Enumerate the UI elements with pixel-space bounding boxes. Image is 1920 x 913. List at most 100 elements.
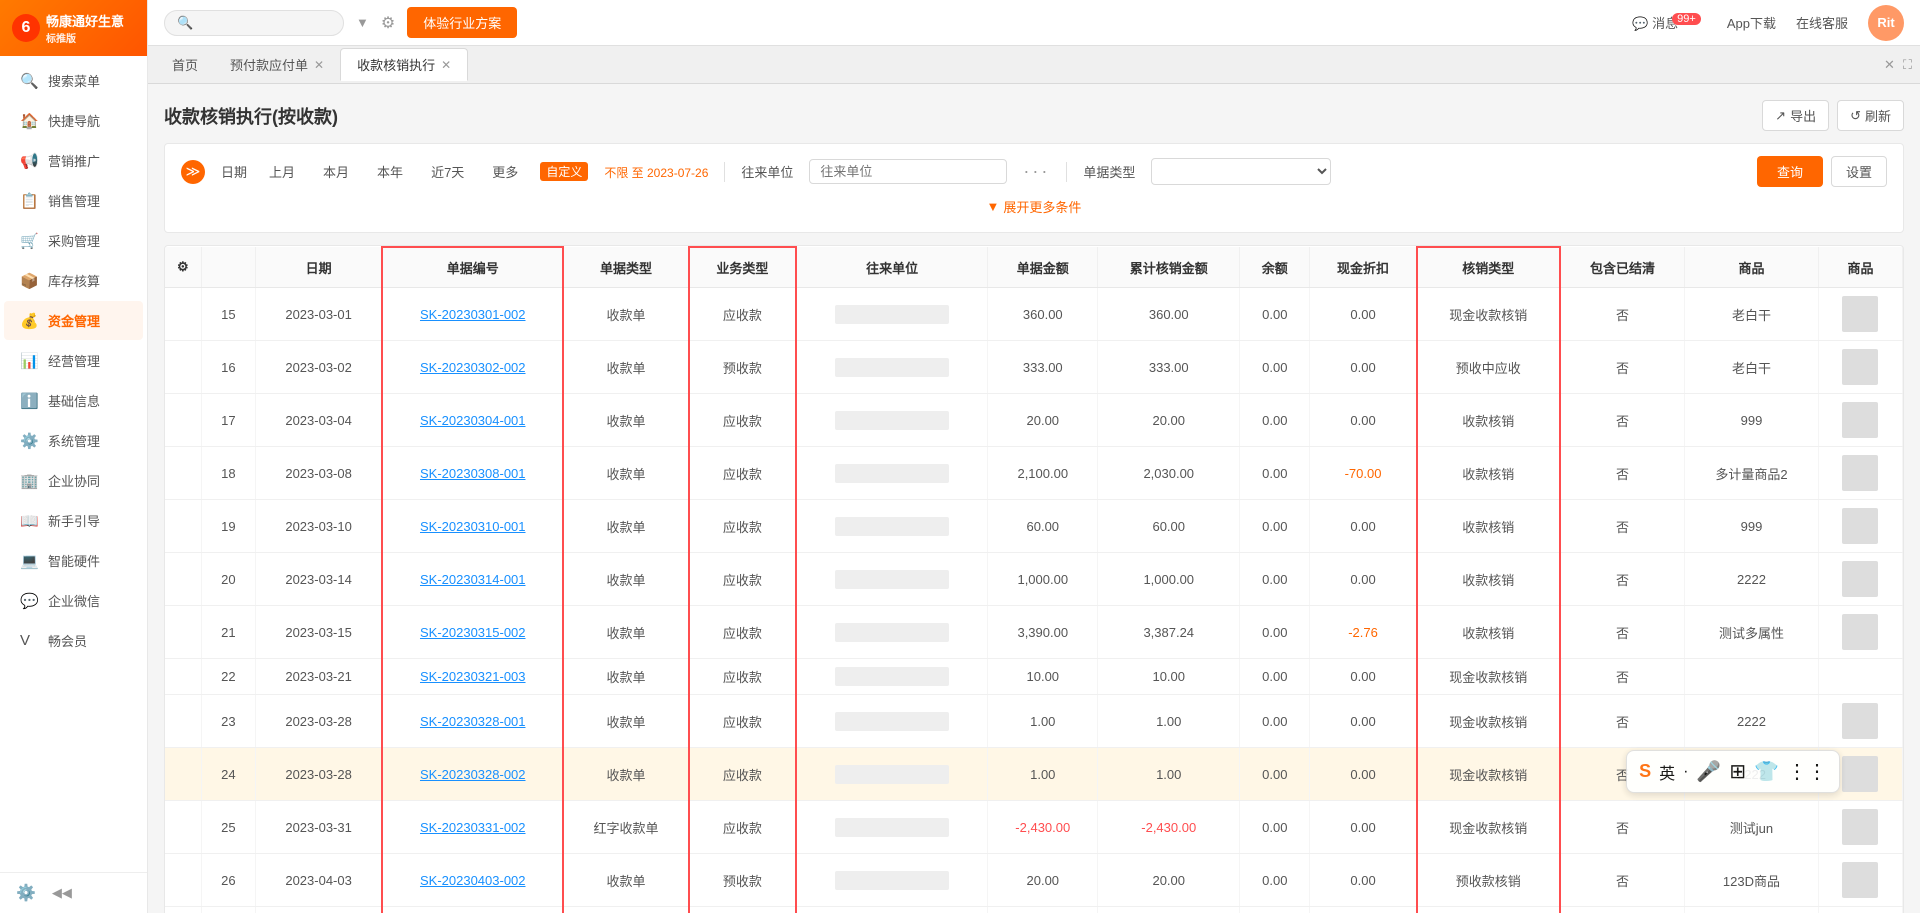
tab-close-receipt-exec[interactable]: ✕ — [441, 58, 451, 72]
doc-type-select[interactable] — [1151, 158, 1331, 185]
cell-partner: ████████ — [796, 553, 988, 606]
sidebar-item-operation[interactable]: 📊经营管理 — [4, 341, 143, 380]
col-product: 商品 — [1685, 247, 1819, 288]
cell-doc-no: SK-20230328-002 — [382, 748, 563, 801]
cell-include-settled: 否 — [1560, 394, 1685, 447]
sidebar-item-finance[interactable]: 💰资金管理 — [4, 301, 143, 340]
sidebar-item-member[interactable]: V畅会员 — [4, 621, 143, 660]
tab-prepay[interactable]: 预付款应付单✕ — [214, 49, 340, 80]
date-range-group: 不限 至 2023-07-26 — [604, 162, 708, 181]
expand-conditions-btn[interactable]: ▼ 展开更多条件 — [181, 193, 1887, 220]
col-cash-discount: 现金折扣 — [1310, 247, 1417, 288]
doc-no-link[interactable]: SK-20230308-001 — [420, 466, 526, 481]
cell-doc-no: SK-20230314-001 — [382, 553, 563, 606]
online-service-link[interactable]: 在线客服 — [1796, 13, 1848, 32]
sidebar-item-enterprise[interactable]: 🏢企业协同 — [4, 461, 143, 500]
cell-settings — [165, 695, 201, 748]
sidebar-item-sales[interactable]: 📋销售管理 — [4, 181, 143, 220]
cell-product: 老白干 — [1685, 341, 1819, 394]
sidebar-item-wechat[interactable]: 💬企业微信 — [4, 581, 143, 620]
cell-num: 21 — [201, 606, 255, 659]
filter-settings-button[interactable]: 设置 — [1831, 156, 1887, 187]
cell-cash-discount: 0.00 — [1310, 500, 1417, 553]
sidebar-item-guide[interactable]: 📖新手引导 — [4, 501, 143, 540]
tab-home[interactable]: 首页 — [156, 49, 214, 80]
cell-doc-amount: 2,100.00 — [988, 447, 1098, 500]
gear-icon[interactable]: ⚙ — [381, 13, 395, 33]
sidebar-item-inventory[interactable]: 📦库存核算 — [4, 261, 143, 300]
table-row: 23 2023-03-28 SK-20230328-001 收款单 应收款 ██… — [165, 695, 1903, 748]
sidebar-icon-enterprise: 🏢 — [20, 472, 40, 490]
date-btn-this-month[interactable]: 本月 — [317, 160, 355, 183]
cell-doc-amount: 20.00 — [988, 394, 1098, 447]
doc-no-link[interactable]: SK-20230302-002 — [420, 360, 526, 375]
doc-no-link[interactable]: SK-20230304-001 — [420, 413, 526, 428]
cell-biz-type: 应收款 — [689, 907, 796, 913]
doc-no-link[interactable]: SK-20230301-002 — [420, 307, 526, 322]
sidebar-item-system[interactable]: ⚙️系统管理 — [4, 421, 143, 460]
doc-no-link[interactable]: SK-20230328-002 — [420, 767, 526, 782]
date-btn-more[interactable]: 更多 — [486, 160, 524, 183]
export-button[interactable]: ↗ 导出 — [1762, 100, 1829, 131]
cell-date: 2023-04-08 — [256, 907, 383, 913]
cell-partner: ████████ — [796, 447, 988, 500]
date-btn-prev-month[interactable]: 上月 — [263, 160, 301, 183]
doc-no-link[interactable]: SK-20230321-003 — [420, 669, 526, 684]
message-badge: 99+ — [1672, 13, 1701, 25]
industry-solution-button[interactable]: 体验行业方案 — [407, 7, 517, 38]
cell-date: 2023-04-03 — [256, 854, 383, 907]
cell-product: 测试多属性 — [1685, 606, 1819, 659]
cell-doc-type: 收款单 — [563, 854, 688, 907]
tab-close-all-icon[interactable]: ✕ — [1884, 57, 1895, 73]
doc-no-link[interactable]: SK-20230331-002 — [420, 820, 526, 835]
app-download-link[interactable]: App下载 — [1727, 13, 1776, 32]
cell-cancel-type: 预收款核销 — [1417, 854, 1560, 907]
cell-product2 — [1818, 341, 1902, 394]
cell-product2 — [1818, 553, 1902, 606]
date-custom-btn[interactable]: 自定义 — [540, 162, 588, 181]
cell-product2 — [1818, 288, 1902, 341]
doc-no-link[interactable]: SK-20230328-001 — [420, 714, 526, 729]
settings-icon[interactable]: ⚙️ — [16, 883, 36, 903]
refresh-button[interactable]: ↺ 刷新 — [1837, 100, 1904, 131]
message-area[interactable]: 💬 消息99+ — [1632, 13, 1707, 32]
cell-product: 衣服00001 — [1685, 907, 1819, 913]
doc-no-link[interactable]: SK-20230403-002 — [420, 873, 526, 888]
col-settings[interactable]: ⚙ — [165, 247, 201, 288]
data-table: ⚙ 日期 单据编号 单据类型 业务类型 往来单位 单据金额 累计核销金额 余额 … — [165, 246, 1903, 913]
query-button[interactable]: 查询 — [1757, 156, 1823, 187]
doc-no-link[interactable]: SK-20230315-002 — [420, 625, 526, 640]
cell-date: 2023-03-08 — [256, 447, 383, 500]
cell-accum-amount: 20.00 — [1098, 394, 1240, 447]
sidebar-item-hardware[interactable]: 💻智能硬件 — [4, 541, 143, 580]
doc-no-link[interactable]: SK-20230310-001 — [420, 519, 526, 534]
sidebar-item-purchase[interactable]: 🛒采购管理 — [4, 221, 143, 260]
cell-doc-type: 收款单 — [563, 553, 688, 606]
date-btn-7days[interactable]: 近7天 — [425, 160, 470, 183]
tab-receipt-exec[interactable]: 收款核销执行✕ — [340, 48, 468, 81]
collapse-icon[interactable]: ◀◀ — [52, 885, 72, 901]
filter-toggle-btn[interactable]: ≫ — [181, 160, 205, 184]
dropdown-arrow[interactable]: ▼ — [356, 15, 369, 30]
table-row: 26 2023-04-03 SK-20230403-002 收款单 预收款 ██… — [165, 854, 1903, 907]
app-logo: 6 畅康通好生意 标推版 — [0, 0, 147, 56]
table-header-row: ⚙ 日期 单据编号 单据类型 业务类型 往来单位 单据金额 累计核销金额 余额 … — [165, 247, 1903, 288]
cell-accum-amount: 10.00 — [1098, 659, 1240, 695]
sidebar-icon-search: 🔍 — [20, 72, 40, 90]
cell-doc-type: 收款单 — [563, 907, 688, 913]
sidebar-item-marketing[interactable]: 📢营销推广 — [4, 141, 143, 180]
cell-doc-amount: 1.00 — [988, 748, 1098, 801]
avatar[interactable]: Rit — [1868, 5, 1904, 41]
tab-close-prepay[interactable]: ✕ — [314, 58, 324, 72]
product-img-placeholder — [1842, 455, 1878, 491]
sidebar-item-search[interactable]: 🔍搜索菜单 — [4, 61, 143, 100]
sidebar-item-basic[interactable]: ℹ️基础信息 — [4, 381, 143, 420]
product-img-placeholder — [1842, 349, 1878, 385]
date-btn-this-year[interactable]: 本年 — [371, 160, 409, 183]
table-header: ⚙ 日期 单据编号 单据类型 业务类型 往来单位 单据金额 累计核销金额 余额 … — [165, 247, 1903, 288]
partner-input[interactable] — [809, 159, 1007, 184]
tab-expand-icon[interactable]: ⛶ — [1903, 57, 1912, 73]
doc-no-link[interactable]: SK-20230314-001 — [420, 572, 526, 587]
sidebar-item-quick-nav[interactable]: 🏠快捷导航 — [4, 101, 143, 140]
cell-num: 17 — [201, 394, 255, 447]
